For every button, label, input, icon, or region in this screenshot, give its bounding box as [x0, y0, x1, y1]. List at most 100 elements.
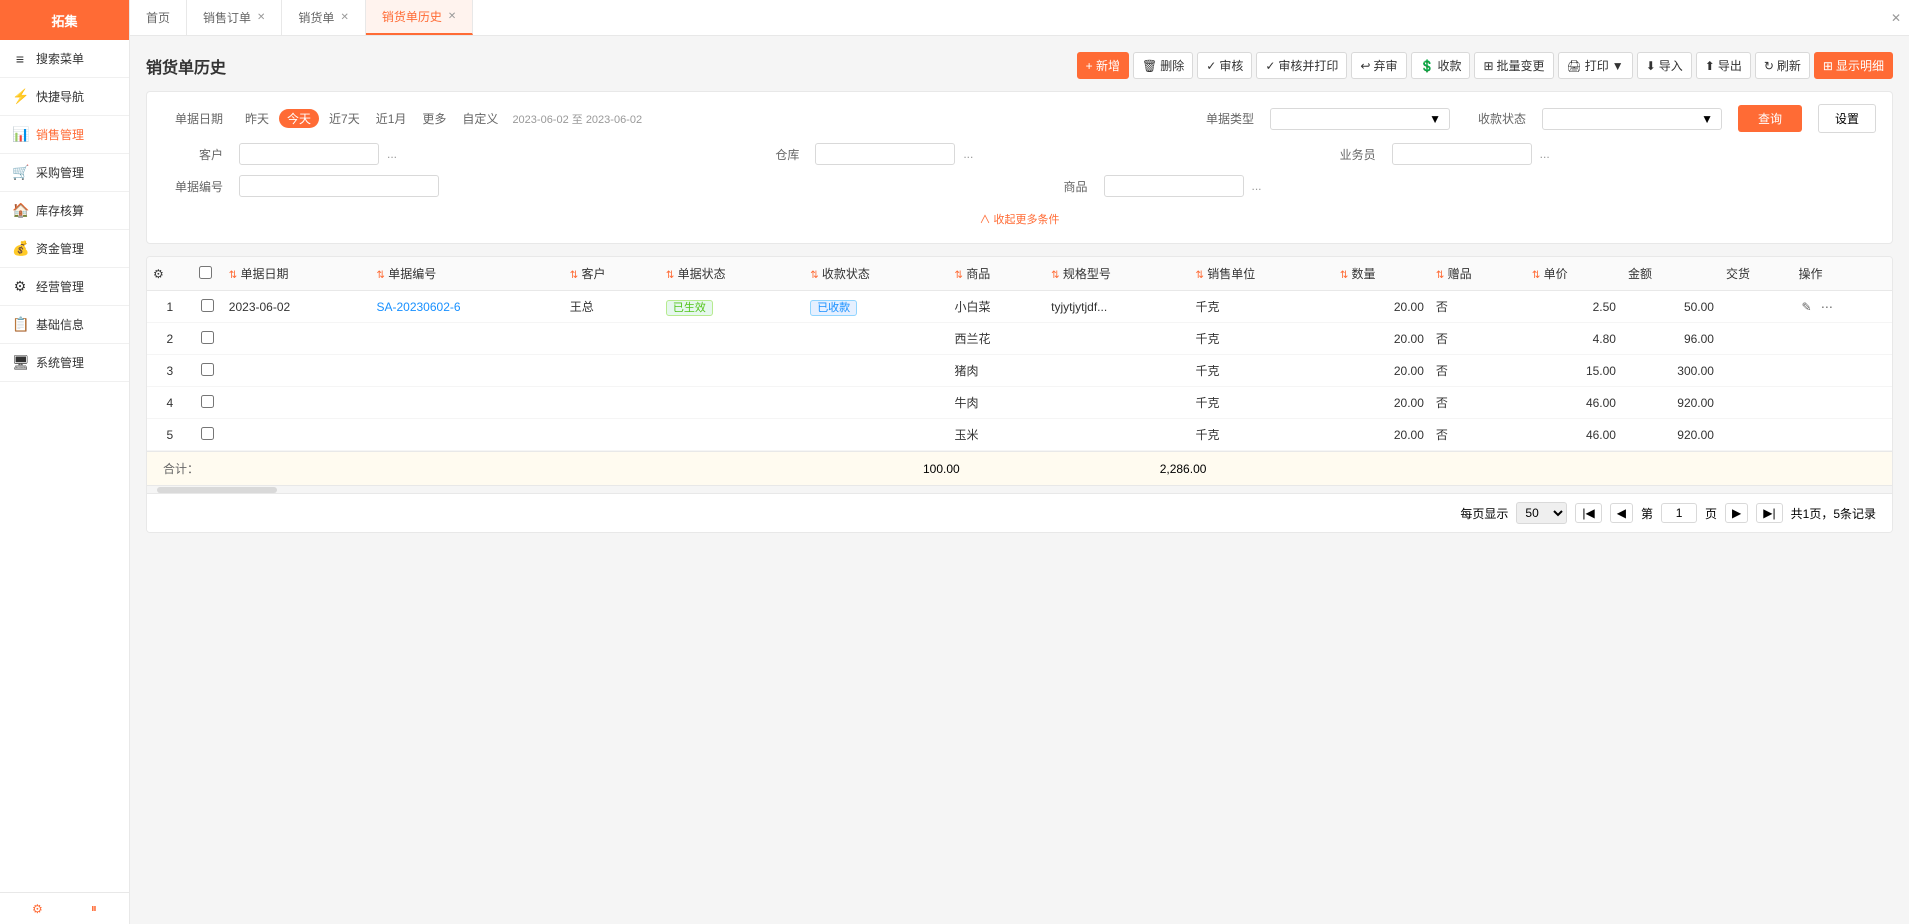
doc-no-input[interactable] — [239, 175, 439, 197]
goods-dots[interactable]: ... — [1252, 179, 1262, 193]
ops-icon: ⚙ — [12, 278, 28, 295]
quick-nav-icon: ⚡ — [12, 88, 28, 105]
page-size-select[interactable]: 50 20 100 — [1516, 502, 1567, 524]
table-header-checkbox[interactable] — [193, 257, 223, 291]
table-header-price[interactable]: ⇅ 单价 — [1526, 257, 1622, 291]
row-1-select[interactable] — [201, 299, 214, 312]
doc-type-select[interactable]: ▼ — [1270, 108, 1450, 130]
row-4-price: 46.00 — [1526, 387, 1622, 419]
sidebar-pause-icon[interactable]: ⏸ — [91, 901, 97, 916]
row-2-checkbox[interactable] — [193, 323, 223, 355]
setting-button[interactable]: 设置 — [1818, 104, 1876, 133]
export-button[interactable]: ⬆ 导出 — [1696, 52, 1751, 79]
select-all-checkbox[interactable] — [199, 266, 212, 279]
sidebar: 拓集 ≡ 搜索菜单 ⚡ 快捷导航 📊 销售管理 🛒 采购管理 🏠 库存核算 💰 … — [0, 0, 130, 924]
last-page-btn[interactable]: ▶| — [1756, 503, 1782, 523]
sidebar-item-search-menu[interactable]: ≡ 搜索菜单 — [0, 40, 129, 78]
show-detail-button[interactable]: ⊞ 显示明细 — [1814, 52, 1893, 79]
customer-dots[interactable]: ... — [387, 147, 397, 161]
tab-sales-goods[interactable]: 销货单 ✕ — [282, 0, 365, 35]
collapse-button[interactable]: ∧ 收起更多条件 — [163, 207, 1876, 231]
table-header-unit[interactable]: ⇅ 销售单位 — [1189, 257, 1333, 291]
delete-button[interactable]: 🗑 删除 — [1133, 52, 1193, 79]
abandon-icon: ↩ — [1360, 59, 1370, 73]
new-button[interactable]: + 新增 — [1077, 52, 1129, 79]
audit-button[interactable]: ✓ 审核 — [1197, 52, 1252, 79]
tab-sales-order-close[interactable]: ✕ — [257, 12, 265, 23]
row-1-docno[interactable]: SA-20230602-6 — [370, 291, 563, 323]
sidebar-item-sales-mgmt[interactable]: 📊 销售管理 — [0, 116, 129, 154]
shortcut-yesterday[interactable]: 昨天 — [239, 109, 275, 128]
table-header-customer[interactable]: ⇅ 客户 — [564, 257, 660, 291]
sidebar-item-base-info[interactable]: 📋 基础信息 — [0, 306, 129, 344]
row-4-select[interactable] — [201, 395, 214, 408]
row-1-more-btn[interactable]: ⋯ — [1818, 300, 1836, 314]
table-header-goods[interactable]: ⇅ 商品 — [949, 257, 1046, 291]
sidebar-item-fund-mgmt[interactable]: 💰 资金管理 — [0, 230, 129, 268]
table-area: ⚙ ⇅ 单据日期 ⇅ 单据编号 ⇅ 客户 ⇅ 单据状态 ⇅ 收款状态 ⇅ 商品 … — [146, 256, 1893, 533]
row-1-checkbox[interactable] — [193, 291, 223, 323]
shortcut-1month[interactable]: 近1月 — [370, 109, 413, 128]
scrollbar-area[interactable] — [147, 485, 1892, 493]
first-page-btn[interactable]: |◀ — [1575, 503, 1601, 523]
table-header-doc-status[interactable]: ⇅ 单据状态 — [660, 257, 804, 291]
goods-filter-input[interactable] — [1104, 175, 1244, 197]
shortcut-7days[interactable]: 近7天 — [323, 109, 366, 128]
row-2-select[interactable] — [201, 331, 214, 344]
row-1-docno-link[interactable]: SA-20230602-6 — [376, 300, 460, 314]
shortcut-more[interactable]: 更多 — [416, 109, 452, 128]
close-all-tabs[interactable]: ✕ — [1891, 11, 1909, 25]
row-5-qty: 20.00 — [1334, 419, 1430, 451]
tab-sales-order[interactable]: 销售订单 ✕ — [187, 0, 282, 35]
sidebar-item-ops-mgmt[interactable]: ⚙ 经营管理 — [0, 268, 129, 306]
sidebar-item-purchase-mgmt[interactable]: 🛒 采购管理 — [0, 154, 129, 192]
warehouse-dots[interactable]: ... — [963, 147, 973, 161]
collect-button[interactable]: 💲 收款 — [1411, 52, 1471, 79]
table-header-qty[interactable]: ⇅ 数量 — [1334, 257, 1430, 291]
salesperson-dots[interactable]: ... — [1540, 147, 1550, 161]
table-header-docno[interactable]: ⇅ 单据编号 — [370, 257, 563, 291]
row-5-select[interactable] — [201, 427, 214, 440]
row-3-checkbox[interactable] — [193, 355, 223, 387]
customer-input[interactable] — [239, 143, 379, 165]
row-4-qty: 20.00 — [1334, 387, 1430, 419]
sidebar-item-quick-nav[interactable]: ⚡ 快捷导航 — [0, 78, 129, 116]
import-button[interactable]: ⬇ 导入 — [1637, 52, 1692, 79]
shortcut-today[interactable]: 今天 — [279, 109, 319, 128]
tab-home[interactable]: 首页 — [130, 0, 187, 35]
abandon-button[interactable]: ↩ 弃审 — [1351, 52, 1406, 79]
refresh-button[interactable]: ↻ 刷新 — [1755, 52, 1810, 79]
prev-page-btn[interactable]: ◀ — [1610, 503, 1633, 523]
row-3-select[interactable] — [201, 363, 214, 376]
row-5-checkbox[interactable] — [193, 419, 223, 451]
tab-sales-history[interactable]: 销货单历史 ✕ — [366, 0, 473, 35]
audit-print-button[interactable]: ✓ 审核并打印 — [1256, 52, 1347, 79]
row-4-checkbox[interactable] — [193, 387, 223, 419]
table-header-gift[interactable]: ⇅ 赠品 — [1430, 257, 1526, 291]
sidebar-item-sys-mgmt[interactable]: 🖥 系统管理 — [0, 344, 129, 382]
next-page-btn[interactable]: ▶ — [1725, 503, 1748, 523]
tab-sales-goods-close[interactable]: ✕ — [340, 12, 348, 23]
print-button[interactable]: 🖨 打印 ▼ — [1558, 52, 1633, 79]
table-header-delivery[interactable]: 交货 — [1720, 257, 1792, 291]
table-header-date[interactable]: ⇅ 单据日期 — [223, 257, 371, 291]
row-1-qty: 20.00 — [1334, 291, 1430, 323]
table-header-settings[interactable]: ⚙ — [147, 257, 193, 291]
salesperson-input[interactable] — [1392, 143, 1532, 165]
query-button[interactable]: 查询 — [1738, 105, 1802, 132]
warehouse-input[interactable] — [815, 143, 955, 165]
tab-sales-history-close[interactable]: ✕ — [448, 11, 456, 22]
sidebar-settings-icon[interactable]: ⚙ — [32, 902, 43, 916]
batch-change-button[interactable]: ⊞ 批量变更 — [1474, 52, 1553, 79]
table-header-spec[interactable]: ⇅ 规格型号 — [1045, 257, 1189, 291]
shortcut-custom[interactable]: 自定义 — [456, 109, 504, 128]
row-1-edit-btn[interactable]: ✎ — [1798, 300, 1814, 314]
row-4-docno — [370, 387, 563, 419]
collect-status-select[interactable]: ▼ — [1542, 108, 1722, 130]
table-header-collect-status[interactable]: ⇅ 收款状态 — [804, 257, 948, 291]
sidebar-item-inventory-calc[interactable]: 🏠 库存核算 — [0, 192, 129, 230]
row-3-qty: 20.00 — [1334, 355, 1430, 387]
show-detail-label: 显示明细 — [1836, 57, 1884, 74]
table-header-amount[interactable]: 金额 — [1622, 257, 1720, 291]
current-page-input[interactable] — [1661, 503, 1697, 523]
